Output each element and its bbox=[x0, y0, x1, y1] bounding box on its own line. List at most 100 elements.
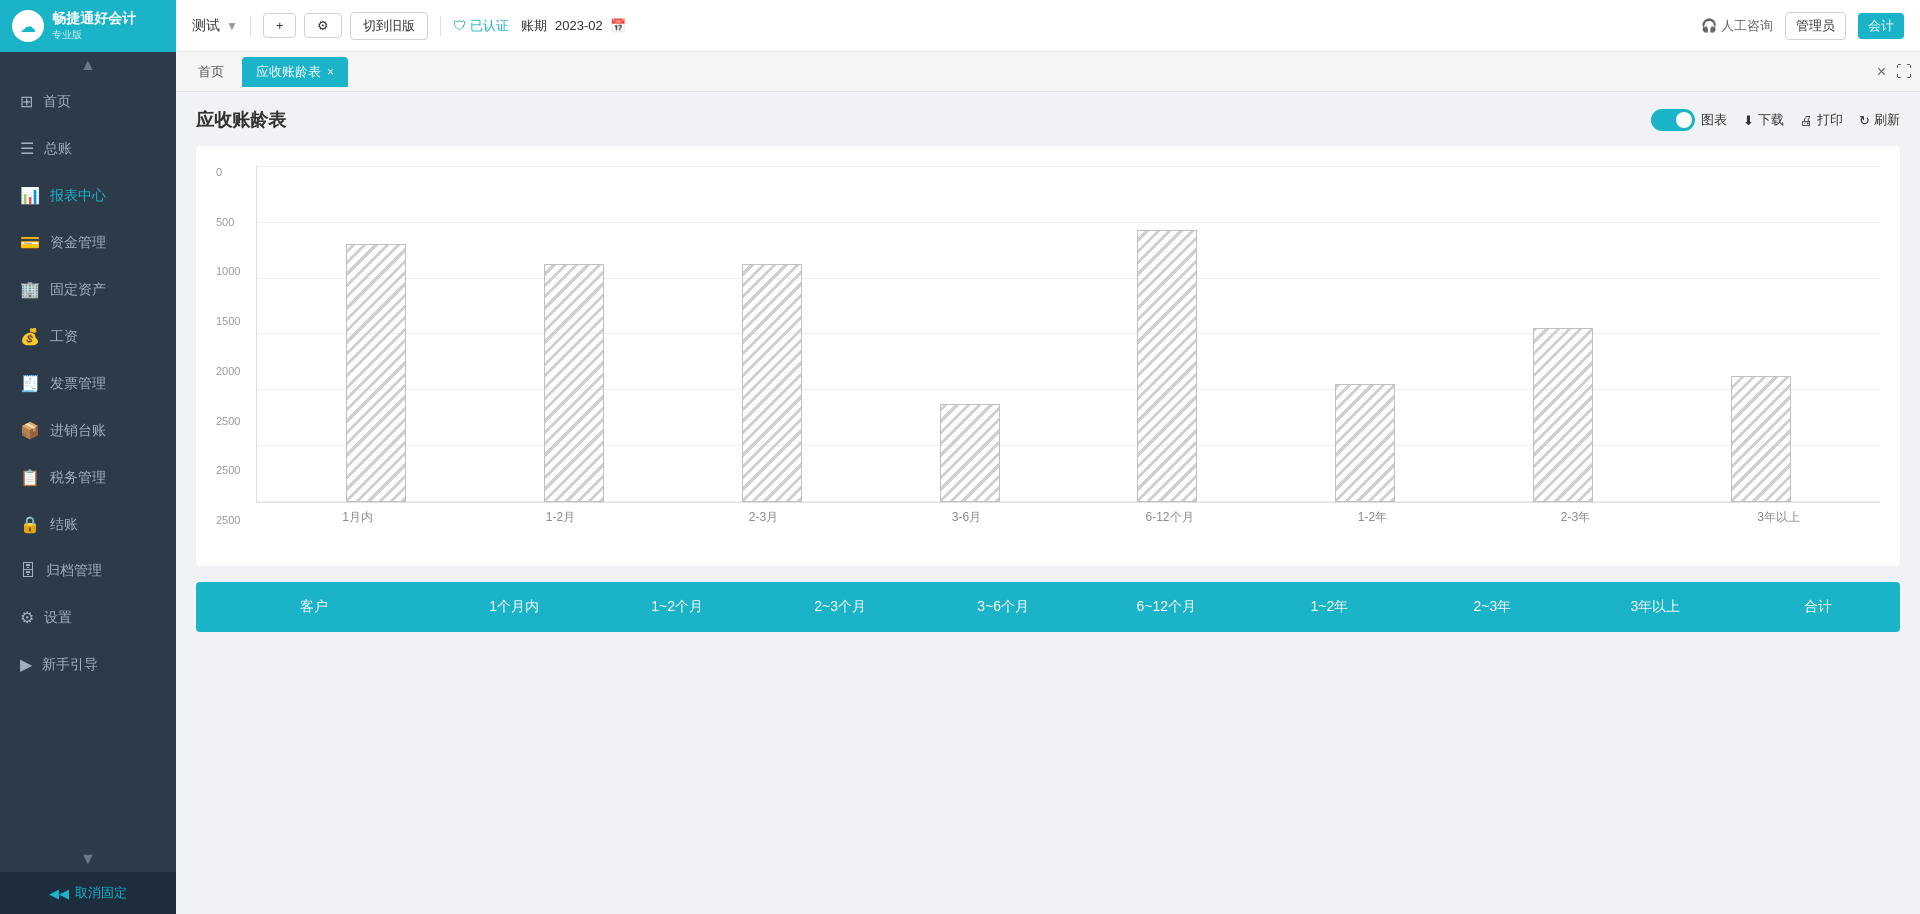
admin-btn[interactable]: 管理员 bbox=[1785, 12, 1846, 40]
chart-bar bbox=[1731, 376, 1791, 502]
sidebar-item-wages[interactable]: 💰 工资 bbox=[0, 313, 176, 360]
x-axis-label: 2-3月 bbox=[662, 509, 865, 526]
chevron-down-icon: ▼ bbox=[226, 19, 238, 33]
main-content: 测试 ▼ + ⚙ 切到旧版 🛡 已认证 账期 2023-02 📅 🎧 人工咨询 … bbox=[176, 0, 1920, 914]
sidebar-item-archive[interactable]: 🗄 归档管理 bbox=[0, 548, 176, 594]
chart-bar bbox=[1533, 328, 1593, 502]
shield-icon: 🛡 bbox=[453, 18, 466, 33]
chart-bar bbox=[940, 404, 1000, 502]
table-header-cell: 1~2年 bbox=[1248, 582, 1411, 632]
chart-bar bbox=[1137, 230, 1197, 502]
switch-old-btn[interactable]: 切到旧版 bbox=[350, 12, 428, 40]
topbar: 测试 ▼ + ⚙ 切到旧版 🛡 已认证 账期 2023-02 📅 🎧 人工咨询 … bbox=[176, 0, 1920, 52]
chart-bar bbox=[346, 244, 406, 502]
divider-1 bbox=[250, 16, 251, 36]
tab-close-btn[interactable]: × bbox=[327, 65, 334, 79]
scroll-down-btn[interactable]: ▼ bbox=[0, 846, 176, 872]
company-selector[interactable]: 测试 ▼ bbox=[192, 17, 238, 35]
role-btn[interactable]: 会计 bbox=[1858, 13, 1904, 39]
calendar-icon[interactable]: 📅 bbox=[610, 18, 626, 33]
print-btn[interactable]: 🖨 打印 bbox=[1800, 111, 1843, 129]
sales-icon: 📦 bbox=[20, 421, 40, 440]
chart-area: 2500 2500 2500 2000 1500 1000 500 0 bbox=[216, 166, 1880, 526]
bar-group bbox=[475, 264, 673, 502]
bar-group bbox=[277, 244, 475, 502]
x-axis: 1月内1-2月2-3月3-6月6-12个月1-2年2-3年3年以上 bbox=[256, 509, 1880, 526]
table-header-cell: 1个月内 bbox=[433, 582, 596, 632]
archive-icon: 🗄 bbox=[20, 562, 36, 580]
chart-bar bbox=[742, 264, 802, 502]
sidebar-item-close[interactable]: 🔒 结账 bbox=[0, 501, 176, 548]
chart-grid bbox=[256, 166, 1880, 503]
scroll-up-btn[interactable]: ▲ bbox=[0, 52, 176, 78]
x-axis-label: 6-12个月 bbox=[1068, 509, 1271, 526]
invoice-icon: 🧾 bbox=[20, 374, 40, 393]
service-btn[interactable]: 🎧 人工咨询 bbox=[1701, 17, 1773, 35]
bar-group bbox=[1266, 384, 1464, 502]
headset-icon: 🎧 bbox=[1701, 18, 1717, 33]
chart-bar bbox=[544, 264, 604, 502]
sidebar-nav: ⊞ 首页 ☰ 总账 📊 报表中心 💳 资金管理 🏢 固定资产 💰 工资 🧾 发票… bbox=[0, 78, 176, 846]
period-info: 账期 2023-02 📅 bbox=[521, 17, 626, 35]
reports-icon: 📊 bbox=[20, 186, 40, 205]
tab-aging[interactable]: 应收账龄表 × bbox=[242, 57, 348, 87]
sidebar-item-guide[interactable]: ▶ 新手引导 bbox=[0, 641, 176, 688]
sidebar-item-tax[interactable]: 📋 税务管理 bbox=[0, 454, 176, 501]
sidebar-item-assets[interactable]: 🏢 固定资产 bbox=[0, 266, 176, 313]
close-account-icon: 🔒 bbox=[20, 515, 40, 534]
logo-icon: ☁ bbox=[12, 10, 44, 42]
table-header-cell: 2~3年 bbox=[1411, 582, 1574, 632]
tabbar-right: × ⛶ bbox=[1877, 63, 1912, 81]
x-axis-label: 3-6月 bbox=[865, 509, 1068, 526]
page-title: 应收账龄表 bbox=[196, 108, 286, 132]
chart-label: 图表 bbox=[1701, 111, 1727, 129]
cancel-fixed-btn[interactable]: ◀◀ 取消固定 bbox=[0, 872, 176, 914]
refresh-btn[interactable]: ↻ 刷新 bbox=[1859, 111, 1900, 129]
sidebar-item-home[interactable]: ⊞ 首页 bbox=[0, 78, 176, 125]
assets-icon: 🏢 bbox=[20, 280, 40, 299]
page-content: 应收账龄表 图表 ⬇ 下载 🖨 打印 ↻ 刷新 bbox=[176, 92, 1920, 914]
bar-group bbox=[673, 264, 871, 502]
table-header-cell: 3年以上 bbox=[1574, 582, 1737, 632]
bar-group bbox=[1069, 230, 1267, 502]
company-name: 测试 bbox=[192, 17, 220, 35]
close-panel-btn[interactable]: × bbox=[1877, 63, 1886, 81]
table-header-cell: 3~6个月 bbox=[922, 582, 1085, 632]
tab-home[interactable]: 首页 bbox=[184, 57, 238, 87]
x-axis-label: 1-2月 bbox=[459, 509, 662, 526]
chart-plot: 1月内1-2月2-3月3-6月6-12个月1-2年2-3年3年以上 bbox=[256, 166, 1880, 526]
x-axis-label: 3年以上 bbox=[1677, 509, 1880, 526]
sidebar-item-invoice[interactable]: 🧾 发票管理 bbox=[0, 360, 176, 407]
download-btn[interactable]: ⬇ 下载 bbox=[1743, 111, 1784, 129]
sidebar-item-funds[interactable]: 💳 资金管理 bbox=[0, 219, 176, 266]
sidebar-item-reports[interactable]: 📊 报表中心 bbox=[0, 172, 176, 219]
chart-toggle[interactable] bbox=[1651, 109, 1695, 131]
logo-text: 畅捷通好会计 专业版 bbox=[52, 10, 136, 42]
fullscreen-btn[interactable]: ⛶ bbox=[1896, 63, 1912, 81]
sidebar-item-settings[interactable]: ⚙ 设置 bbox=[0, 594, 176, 641]
bar-group bbox=[1662, 376, 1860, 502]
bar-group bbox=[1464, 328, 1662, 502]
print-icon: 🖨 bbox=[1800, 113, 1813, 128]
page-actions: 图表 ⬇ 下载 🖨 打印 ↻ 刷新 bbox=[1651, 109, 1900, 131]
ledger-icon: ☰ bbox=[20, 139, 34, 158]
table-header-cell: 合计 bbox=[1737, 582, 1900, 632]
sidebar-item-ledger[interactable]: ☰ 总账 bbox=[0, 125, 176, 172]
tax-icon: 📋 bbox=[20, 468, 40, 487]
table-header-cell: 2~3个月 bbox=[759, 582, 922, 632]
divider-2 bbox=[440, 16, 441, 36]
x-axis-label: 1月内 bbox=[256, 509, 459, 526]
download-icon: ⬇ bbox=[1743, 113, 1754, 128]
y-axis: 2500 2500 2500 2000 1500 1000 500 0 bbox=[216, 166, 256, 526]
sidebar-item-sales[interactable]: 📦 进销台账 bbox=[0, 407, 176, 454]
table-header-cell: 1~2个月 bbox=[596, 582, 759, 632]
table-header: 客户1个月内1~2个月2~3个月3~6个月6~12个月1~2年2~3年3年以上合… bbox=[196, 582, 1900, 632]
settings-icon: ⚙ bbox=[20, 608, 34, 627]
table-header-cell: 6~12个月 bbox=[1085, 582, 1248, 632]
certified-badge: 🛡 已认证 bbox=[453, 17, 509, 35]
add-company-btn[interactable]: + bbox=[263, 13, 297, 38]
home-icon: ⊞ bbox=[20, 92, 33, 111]
table-header-cell: 客户 bbox=[196, 582, 433, 632]
settings-btn[interactable]: ⚙ bbox=[304, 13, 342, 38]
x-axis-label: 1-2年 bbox=[1271, 509, 1474, 526]
